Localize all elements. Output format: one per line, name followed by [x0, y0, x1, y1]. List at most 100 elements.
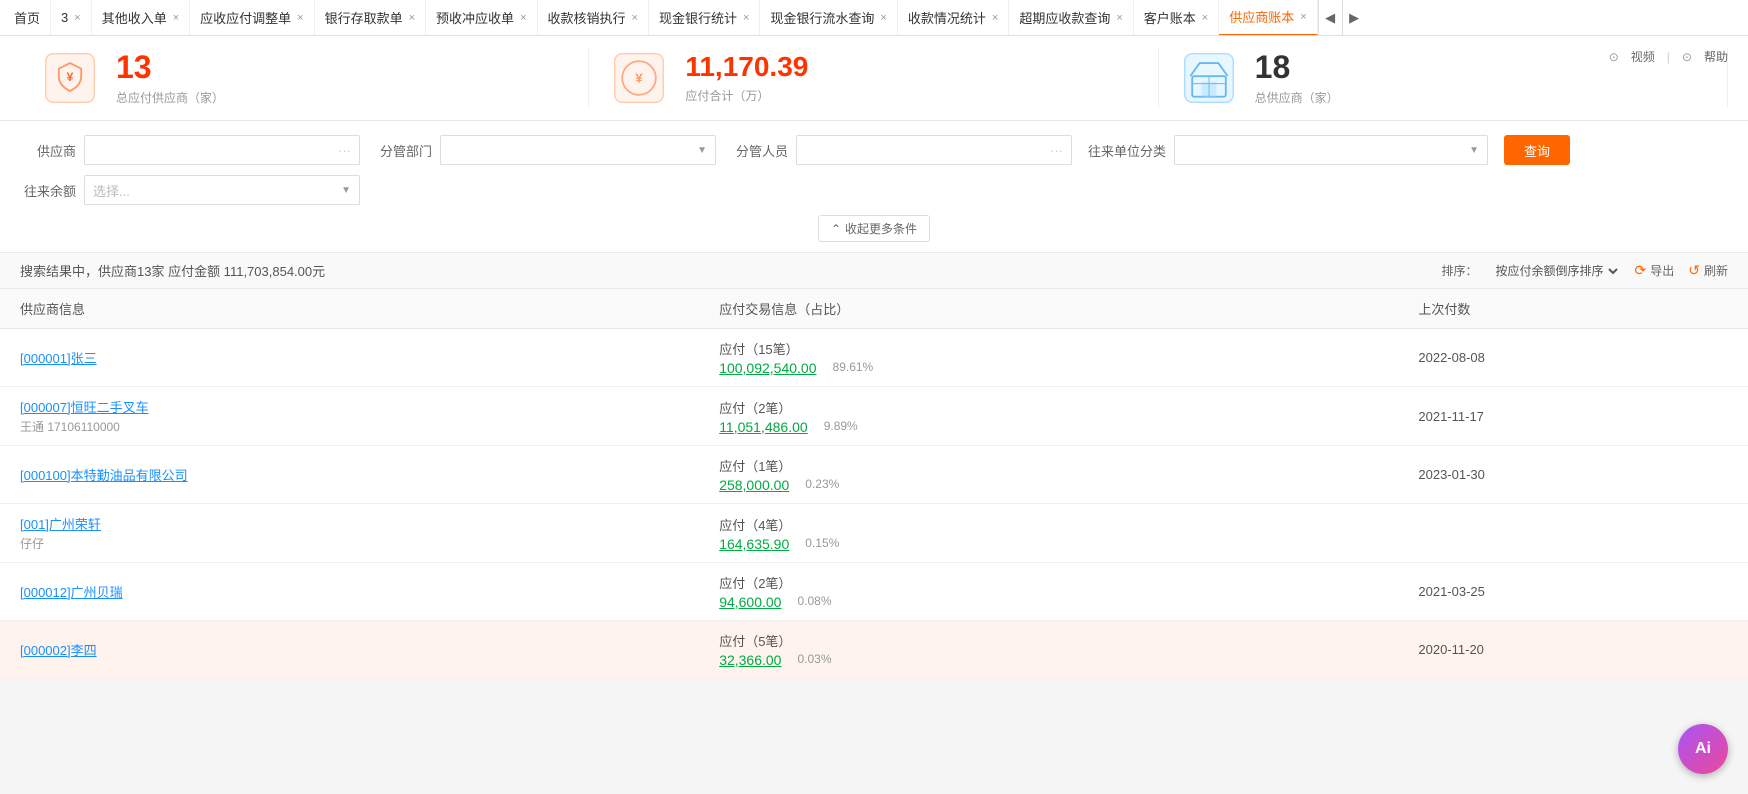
table-row: [001]广州荣轩仔仔应付（4笔）164,635.900.15% [0, 504, 1748, 563]
dots-icon: ··· [338, 143, 351, 158]
chevron-down-icon: ▼ [697, 145, 707, 156]
dept-input[interactable]: ▼ [440, 135, 716, 165]
close-icon[interactable]: × [1116, 12, 1122, 24]
close-icon[interactable]: × [173, 12, 179, 24]
supplier-link[interactable]: [000007]恒旺二手叉车 [20, 400, 149, 415]
nav-other-income[interactable]: 其他收入单 × [92, 0, 190, 36]
col-header-tx: 应付交易信息（占比） [699, 289, 1398, 329]
tx-percent: 0.23% [805, 477, 839, 491]
ai-label: Ai [1695, 740, 1711, 758]
tx-percent: 9.89% [824, 419, 858, 433]
nav-cash-bank-flow[interactable]: 现金银行流水查询 × [760, 0, 897, 36]
filter-category: 往来单位分类 ▼ [1088, 135, 1488, 165]
tx-cell: 应付（1笔） 258,000.00 0.23% [699, 446, 1398, 504]
result-bar: 搜索结果中，供应商13家 应付金额 111,703,854.00元 排序： 按应… [0, 253, 1748, 289]
person-label: 分管人员 [732, 141, 788, 160]
refresh-action[interactable]: ↺ 刷新 [1688, 262, 1728, 279]
balance-input[interactable]: 选择... ▼ [84, 175, 360, 205]
nav-item-3[interactable]: 3 × [51, 0, 92, 36]
dots-icon2: ··· [1050, 143, 1063, 158]
supplier-link[interactable]: [001]广州荣轩 [20, 517, 101, 532]
supplier-table: 供应商信息 应付交易信息（占比） 上次付数 [000001]张三应付（15笔）1… [0, 289, 1748, 679]
person-input[interactable]: ··· [796, 135, 1072, 165]
close-icon[interactable]: × [632, 12, 638, 24]
help-link[interactable]: 帮助 [1704, 48, 1728, 65]
nav-cash-bank-stat[interactable]: 现金银行统计 × [649, 0, 760, 36]
payable-suppliers-label: 总应付供应商（家） [116, 89, 224, 106]
filter-supplier: 供应商 ··· [20, 135, 360, 165]
close-icon[interactable]: × [880, 12, 886, 24]
filter-balance: 往来余额 选择... ▼ [20, 175, 360, 205]
top-navigation: 首页 3 × 其他收入单 × 应收应付调整单 × 银行存取款单 × 预收冲应收单… [0, 0, 1748, 36]
payable-suppliers-count: 13 [116, 50, 224, 85]
tx-amount[interactable]: 32,366.00 [719, 652, 781, 668]
close-icon[interactable]: × [1300, 11, 1306, 23]
nav-prev-arrow[interactable]: ◀ [1318, 0, 1342, 36]
table-row: [000100]本特勤油品有限公司 应付（1笔） 258,000.00 0.23% 20… [0, 446, 1748, 504]
table-header: 供应商信息 应付交易信息（占比） 上次付数 [0, 289, 1748, 329]
table-container: 供应商信息 应付交易信息（占比） 上次付数 [000001]张三应付（15笔）1… [0, 289, 1748, 679]
chevron-up-icon: ⌃ [831, 222, 841, 236]
tx-amount[interactable]: 164,635.90 [719, 536, 789, 552]
category-input[interactable]: ▼ [1174, 135, 1488, 165]
tx-amount[interactable]: 100,092,540.00 [719, 360, 816, 376]
category-label: 往来单位分类 [1088, 141, 1166, 160]
close-icon[interactable]: × [1202, 12, 1208, 24]
circle-icon: ⊙ [1609, 50, 1619, 64]
table-row: [000007]恒旺二手叉车王通 17106110000应付（2笔）11,051… [0, 387, 1748, 446]
nav-bank-deposit[interactable]: 银行存取款单 × [315, 0, 426, 36]
nav-receipt-exec[interactable]: 收款核销执行 × [538, 0, 649, 36]
last-date-cell [1398, 504, 1748, 563]
tx-cell: 应付（4笔）164,635.900.15% [699, 504, 1398, 563]
sort-select[interactable]: 按应付余额倒序排序 [1492, 263, 1621, 279]
last-date: 2023-01-30 [1418, 467, 1485, 482]
nav-overdue-ar[interactable]: 超期应收款查询 × [1009, 0, 1133, 36]
last-date: 2020-11-20 [1418, 642, 1484, 657]
supplier-link[interactable]: [000100]本特勤油品有限公司 [20, 468, 188, 483]
supplier-cell: [000007]恒旺二手叉车王通 17106110000 [0, 387, 699, 446]
refresh-icon: ↺ [1688, 262, 1700, 279]
total-suppliers-count: 18 [1255, 50, 1339, 85]
stat-info-payable-suppliers: 13 总应付供应商（家） [116, 50, 224, 106]
tx-label: 应付（1笔） [719, 456, 1378, 475]
tx-amount[interactable]: 94,600.00 [719, 594, 781, 610]
close-icon[interactable]: × [992, 12, 998, 24]
last-date-cell: 2021-03-25 [1398, 563, 1748, 621]
last-date: 2021-11-17 [1418, 409, 1484, 424]
chevron-down-icon2: ▼ [1469, 145, 1479, 156]
supplier-input[interactable]: ··· [84, 135, 360, 165]
stat-block-payable-total: ¥ 11,170.39 应付合计（万） [589, 48, 1158, 108]
nav-next-arrow[interactable]: ▶ [1342, 0, 1366, 36]
supplier-cell: [000012]广州贝瑞 [0, 563, 699, 621]
nav-ar-ap-adjust[interactable]: 应收应付调整单 × [190, 0, 314, 36]
nav-advance-clear[interactable]: 预收冲应收单 × [426, 0, 537, 36]
supplier-cell: [001]广州荣轩仔仔 [0, 504, 699, 563]
supplier-link[interactable]: [000001]张三 [20, 351, 97, 366]
close-icon[interactable]: × [409, 12, 415, 24]
supplier-link[interactable]: [000002]李四 [20, 643, 97, 658]
tx-percent: 0.03% [797, 652, 831, 666]
close-icon[interactable]: × [74, 12, 80, 24]
video-link[interactable]: 视频 [1631, 48, 1655, 65]
close-icon[interactable]: × [297, 12, 303, 24]
payable-total-icon: ¥ [609, 48, 669, 108]
collapse-button[interactable]: ⌃ 收起更多条件 [818, 215, 930, 242]
close-icon[interactable]: × [520, 12, 526, 24]
tx-label: 应付（5笔） [719, 631, 1378, 650]
last-date-cell: 2023-01-30 [1398, 446, 1748, 504]
nav-receipt-stat[interactable]: 收款情况统计 × [898, 0, 1009, 36]
ai-button[interactable]: Ai [1678, 724, 1728, 774]
store-icon [1179, 48, 1239, 108]
close-icon[interactable]: × [743, 12, 749, 24]
divider: | [1667, 50, 1670, 64]
query-button[interactable]: 查询 [1504, 135, 1570, 165]
nav-home[interactable]: 首页 [4, 0, 51, 36]
nav-supplier-account[interactable]: 供应商账本 × [1219, 0, 1317, 36]
tx-amount[interactable]: 11,051,486.00 [719, 419, 808, 435]
tx-amount[interactable]: 258,000.00 [719, 477, 789, 493]
supplier-link[interactable]: [000012]广州贝瑞 [20, 585, 123, 600]
nav-customer-account[interactable]: 客户账本 × [1134, 0, 1219, 36]
export-action[interactable]: ⟳ 导出 [1635, 262, 1675, 279]
table-row: [000012]广州贝瑞应付（2笔）94,600.000.08%2021-03-… [0, 563, 1748, 621]
supplier-sub-info: 王通 17106110000 [20, 418, 679, 435]
